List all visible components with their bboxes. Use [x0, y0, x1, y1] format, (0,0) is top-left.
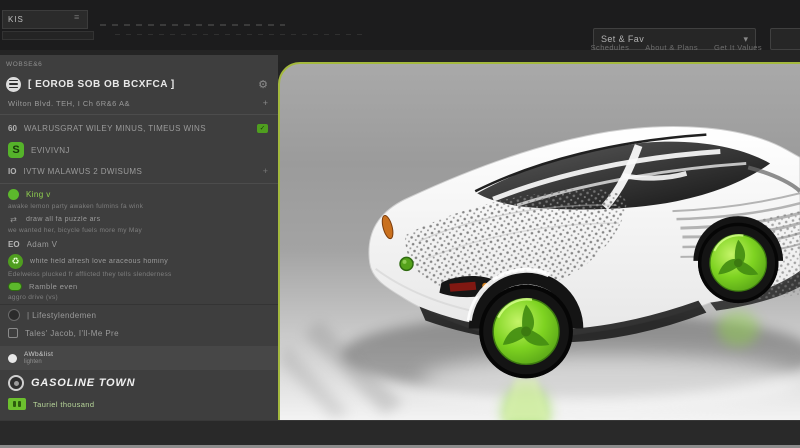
- item-prefix: EO: [8, 239, 20, 249]
- sidebar-item-tales[interactable]: Tales' Jacob, I'll-Me Pre: [0, 323, 278, 343]
- divider: [0, 114, 278, 115]
- link-about-plans[interactable]: About & Plans: [645, 43, 698, 52]
- sidebar-item-tauriel[interactable]: Tauriel thousand: [0, 394, 278, 414]
- app-badge-icon: [6, 76, 21, 92]
- sidebar-subheader[interactable]: Wilton Blvd. TEH, I Ch 6R&6 A& +: [0, 96, 278, 112]
- sidebar-section-label: WOBSE&6: [6, 61, 43, 68]
- sidebar-item-king[interactable]: King v: [0, 186, 278, 202]
- dark-dot-icon: [8, 309, 20, 321]
- gear-icon[interactable]: ⚙: [258, 78, 268, 91]
- green-card-icon: [8, 398, 26, 410]
- green-oval-icon: [8, 281, 22, 291]
- sidebar-item-eo[interactable]: EO Adam V: [0, 236, 278, 252]
- item-prefix: 60: [8, 123, 17, 133]
- sidebar-item-s-app[interactable]: S EVIVIVNJ: [0, 139, 278, 161]
- sidebar-note: Edelweiss plucked fr afflicted they tell…: [8, 271, 172, 278]
- sidebar-item-lifestyle[interactable]: | Lifestylendemen: [0, 307, 278, 323]
- sidebar-subheader-label: Wilton Blvd. TEH, I Ch 6R&6 A&: [8, 98, 130, 108]
- sidebar-item-gasoline-town[interactable]: GASOLINE TOWN: [0, 372, 278, 394]
- sidebar-item-label: Adam V: [26, 239, 58, 249]
- sidebar-item-label: | Lifestylendemen: [27, 310, 97, 320]
- sidebar-item-label: draw all fa puzzle ars: [26, 215, 101, 223]
- sidebar-item-label: Tales' Jacob, I'll-Me Pre: [25, 328, 119, 338]
- item-prefix: IO: [8, 166, 17, 176]
- sidebar-item-io[interactable]: IO IVTW MALAWUS 2 DWISUMS +: [0, 161, 278, 181]
- sidebar-item-recycle[interactable]: ♻ white field afresh love araceous homin…: [0, 252, 278, 270]
- app-window: ≡ Set & Fav ▾ Schedules About & Plans Ge…: [0, 0, 800, 448]
- recycle-icon: ♻: [8, 253, 23, 269]
- menu-icon[interactable]: ≡: [74, 12, 79, 22]
- s-app-icon: S: [8, 142, 24, 158]
- topbar-button-fragment[interactable]: [770, 28, 800, 50]
- sidebar-item-label: EVIVIVNJ: [31, 145, 70, 155]
- sidebar-item-label: IVTW MALAWUS 2 DWISUMS: [23, 166, 143, 176]
- shuffle-icon: ⇄: [10, 214, 17, 224]
- sidebar-item-shuffle[interactable]: ⇄ draw all fa puzzle ars: [0, 212, 278, 226]
- sidebar-item-walrus[interactable]: 60 WALRUSGRAT WILEY MINUS, TIMEUS WINS ✓: [0, 117, 278, 139]
- secondary-input[interactable]: [2, 31, 94, 40]
- tauriel-label: Tauriel thousand: [33, 399, 95, 409]
- sidebar-item-label: WALRUSGRAT WILEY MINUS, TIMEUS WINS: [23, 123, 206, 133]
- sidebar-title: [ EOROB SOB OB BCXFCA ]: [28, 78, 175, 90]
- topbar-dashes: [100, 24, 285, 26]
- sidebar-item-label: King v: [26, 189, 51, 199]
- car-render: [280, 126, 800, 420]
- sidebar-item-awblist[interactable]: AWb&list lighten: [0, 346, 278, 370]
- divider: [0, 183, 278, 184]
- bottom-bar: [0, 420, 800, 445]
- viewport-canvas[interactable]: [278, 62, 800, 420]
- sidebar-note: we wanted her, bicycle fuels more my May: [8, 227, 143, 234]
- rear-wheel: [693, 216, 784, 305]
- check-badge-icon: ✓: [257, 123, 268, 133]
- divider: [0, 304, 278, 305]
- sidebar-header: [ EOROB SOB OB BCXFCA ] ⚙: [0, 72, 278, 96]
- link-schedules[interactable]: Schedules: [591, 43, 630, 52]
- sidebar-item-label: Ramble even: [29, 281, 78, 291]
- white-dot-icon: [8, 353, 17, 363]
- gasoline-town-label: GASOLINE TOWN: [31, 377, 136, 389]
- topbar: ≡ Set & Fav ▾ Schedules About & Plans Ge…: [0, 0, 800, 62]
- sidebar-item-label: white field afresh love araceous hominy: [30, 257, 169, 265]
- topbar-dashes-2: [115, 34, 365, 35]
- band-label: AWb&list: [24, 351, 54, 358]
- square-icon: [8, 328, 18, 338]
- green-dot-icon: [8, 188, 19, 200]
- plus-icon[interactable]: +: [263, 166, 268, 176]
- band-sublabel: lighten: [24, 359, 42, 365]
- target-ring-icon: [8, 375, 24, 391]
- sidebar-note: awake lemon party awaken fulmins fa wink: [8, 203, 144, 210]
- sidebar: WOBSE&6 [ EOROB SOB OB BCXFCA ] ⚙ Wilton…: [0, 55, 278, 420]
- car-badge: [399, 256, 414, 272]
- sidebar-note: aggro drive (vs): [8, 294, 58, 301]
- sidebar-item-ramble[interactable]: Ramble even: [0, 279, 278, 293]
- link-get-values[interactable]: Get It Values: [714, 43, 762, 52]
- plus-icon[interactable]: +: [263, 98, 268, 108]
- topbar-links: Schedules About & Plans Get It Values: [591, 43, 762, 52]
